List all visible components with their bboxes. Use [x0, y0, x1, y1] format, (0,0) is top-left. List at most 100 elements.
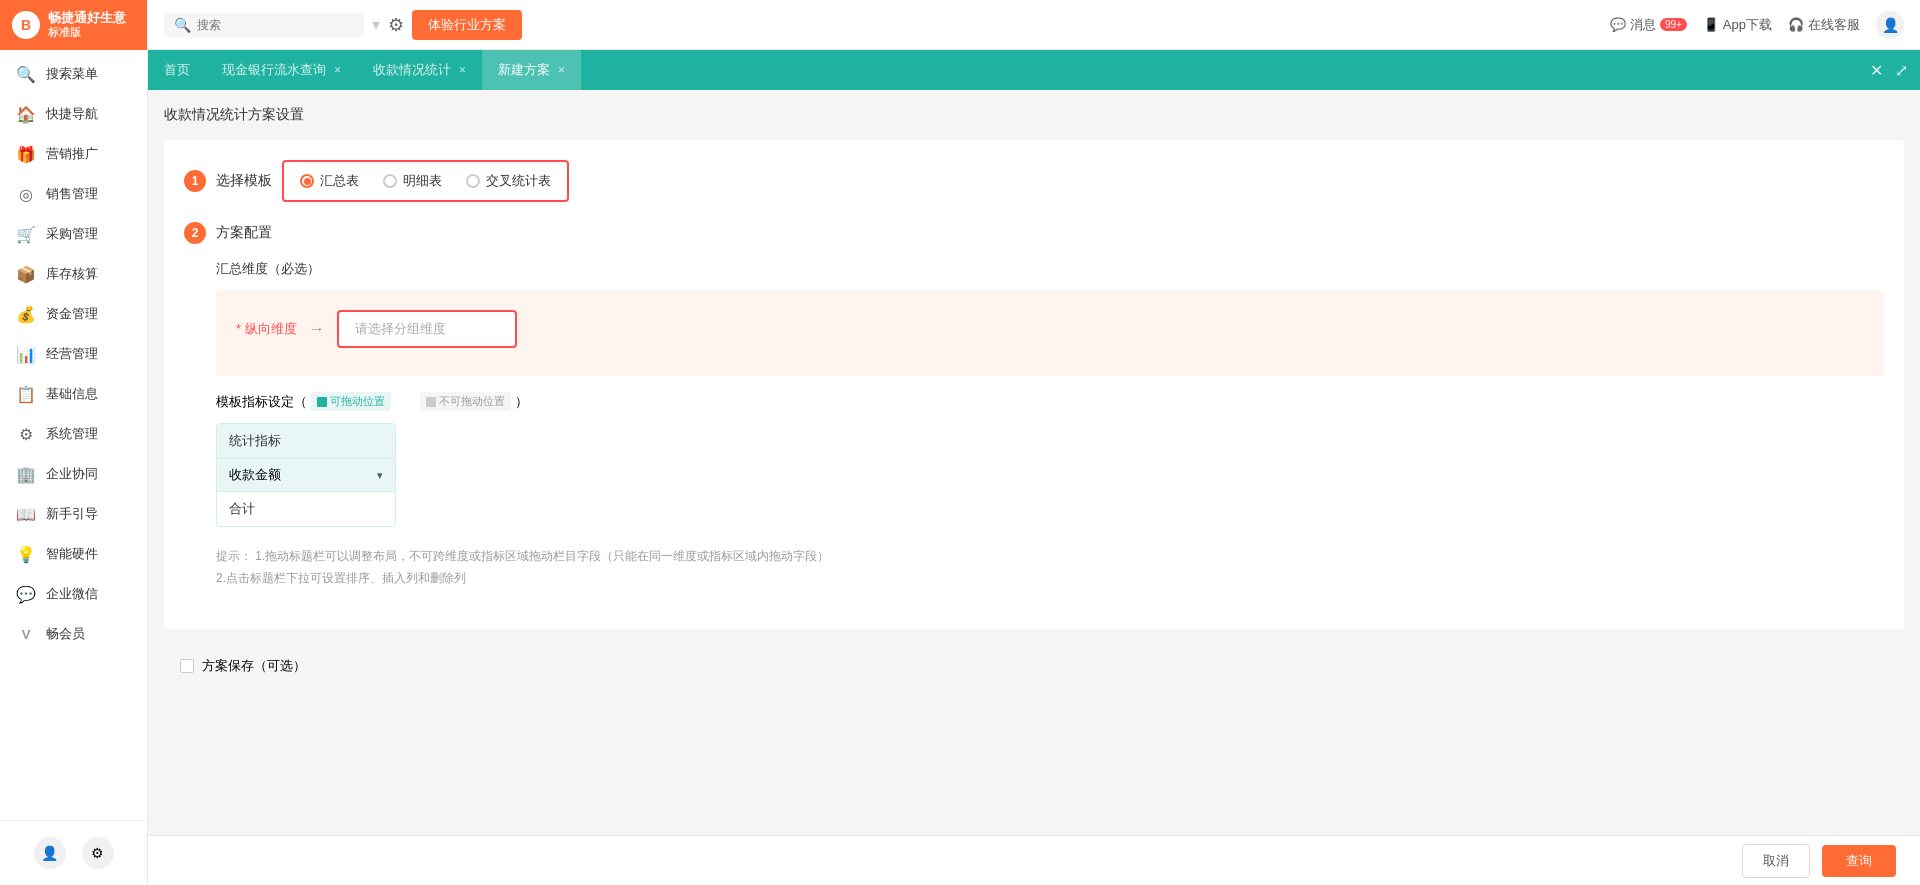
- indicator-suffix: ）: [515, 393, 528, 411]
- book-icon: 📖: [16, 504, 36, 524]
- gift-icon: 🎁: [16, 144, 36, 164]
- query-button[interactable]: 查询: [1822, 845, 1896, 877]
- non-movable-tag: 不可拖动位置: [420, 392, 511, 411]
- radio-summary[interactable]: 汇总表: [300, 172, 359, 190]
- summary-dimension-label: 汇总维度（必选）: [216, 260, 1884, 278]
- sidebar-user-icon[interactable]: 👤: [34, 837, 66, 869]
- step1-title: 选择模板: [216, 172, 272, 190]
- trial-btn[interactable]: 体验行业方案: [412, 10, 522, 40]
- sidebar-item-marketing[interactable]: 🎁 营销推广: [0, 134, 147, 174]
- save-checkbox[interactable]: [180, 659, 194, 673]
- sidebar-item-label: 企业协同: [46, 465, 98, 483]
- member-icon: V: [16, 624, 36, 644]
- sidebar-item-operations[interactable]: 📊 经营管理: [0, 334, 147, 374]
- box-icon: 📦: [16, 264, 36, 284]
- tab-receipt-stats-label: 收款情况统计: [373, 61, 451, 79]
- user-avatar[interactable]: 👤: [1876, 11, 1904, 39]
- radio-cross[interactable]: 交叉统计表: [466, 172, 551, 190]
- tab-expand-icon[interactable]: ⤢: [1895, 61, 1908, 80]
- tips-area: 提示： 1.拖动标题栏可以调整布局，不可跨维度或指标区域拖动栏目字段（只能在同一…: [216, 546, 1884, 589]
- column-dropdown-icon: ▾: [377, 469, 383, 482]
- config-area: * 纵向维度 → 请选择分组维度: [216, 290, 1884, 376]
- sidebar-item-enterprise[interactable]: 🏢 企业协同: [0, 454, 147, 494]
- save-label: 方案保存（可选）: [202, 657, 306, 675]
- sidebar-item-label: 系统管理: [46, 425, 98, 443]
- tab-home-label: 首页: [164, 61, 190, 79]
- sidebar-item-wechat[interactable]: 💬 企业微信: [0, 574, 147, 614]
- sidebar-settings-icon[interactable]: ⚙: [82, 837, 114, 869]
- edition-label: 标准版: [48, 25, 126, 40]
- sidebar-item-label: 企业微信: [46, 585, 98, 603]
- step2-header: 2 方案配置: [184, 222, 1884, 244]
- tab-close-all-icon[interactable]: ✕: [1870, 61, 1883, 80]
- sidebar-item-finance[interactable]: 💰 资金管理: [0, 294, 147, 334]
- movable-tag: 可拖动位置: [311, 392, 391, 411]
- movable-square: [317, 397, 327, 407]
- arrow-icon: →: [309, 320, 325, 338]
- sidebar-item-label: 基础信息: [46, 385, 98, 403]
- header-chevron-icon[interactable]: ▾: [372, 15, 380, 34]
- service-label: 在线客服: [1808, 16, 1860, 34]
- tips-line1: 提示： 1.拖动标题栏可以调整布局，不可跨维度或指标区域拖动栏目字段（只能在同一…: [216, 546, 1884, 568]
- sidebar-item-member[interactable]: V 畅会员: [0, 614, 147, 654]
- indicator-settings: 模板指标设定（ 可拖动位置 不可拖动位置 ）: [216, 392, 1884, 530]
- sidebar-item-label: 销售管理: [46, 185, 98, 203]
- summary-dimension-area: 汇总维度（必选） * 纵向维度 → 请选择分组维度 模板指标设定（: [216, 260, 1884, 589]
- sidebar-item-search[interactable]: 🔍 搜索菜单: [0, 54, 147, 94]
- tab-bank-flow-close[interactable]: ×: [334, 63, 341, 77]
- step1-header: 1 选择模板 汇总表 明细表 交叉统计表: [184, 160, 1884, 202]
- radio-detail-label: 明细表: [403, 172, 442, 190]
- sidebar-nav: 🔍 搜索菜单 🏠 快捷导航 🎁 营销推广 ◎ 销售管理 🛒 采购管理 📦 库存核…: [0, 50, 147, 820]
- total-row-text: 合计: [229, 501, 255, 516]
- stats-table-header: 统计指标: [217, 424, 395, 459]
- step1-section: 1 选择模板 汇总表 明细表 交叉统计表: [184, 160, 1884, 202]
- tips-line2: 2.点击标题栏下拉可设置排序、插入列和删除列: [216, 568, 1884, 590]
- tab-home[interactable]: 首页: [148, 50, 206, 90]
- indicator-settings-label: 模板指标设定（: [216, 393, 307, 411]
- tab-new-plan-label: 新建方案: [498, 61, 550, 79]
- sidebar-item-label: 资金管理: [46, 305, 98, 323]
- notification-btn[interactable]: 💬 消息 99+: [1610, 16, 1687, 34]
- sidebar-item-inventory[interactable]: 📦 库存核算: [0, 254, 147, 294]
- sidebar-item-sales[interactable]: ◎ 销售管理: [0, 174, 147, 214]
- tabbar: 首页 现金银行流水查询 × 收款情况统计 × 新建方案 × ✕ ⤢: [148, 50, 1920, 90]
- sidebar-item-guide[interactable]: 📖 新手引导: [0, 494, 147, 534]
- tabbar-actions: ✕ ⤢: [1870, 61, 1920, 80]
- settings-icon[interactable]: ⚙: [388, 14, 404, 36]
- tab-bank-flow[interactable]: 现金银行流水查询 ×: [206, 50, 357, 90]
- sidebar-item-system[interactable]: ⚙ 系统管理: [0, 414, 147, 454]
- sidebar-item-hardware[interactable]: 💡 智能硬件: [0, 534, 147, 574]
- dimension-select-box[interactable]: 请选择分组维度: [337, 310, 517, 348]
- step2-title: 方案配置: [216, 224, 272, 242]
- money-icon: 💰: [16, 304, 36, 324]
- wechat-icon: 💬: [16, 584, 36, 604]
- search-icon: 🔍: [174, 17, 191, 33]
- search-icon: 🔍: [16, 64, 36, 84]
- footer: 取消 查询: [148, 835, 1920, 885]
- stats-column-header[interactable]: 收款金额 ▾: [217, 459, 395, 492]
- sidebar-item-label: 快捷导航: [46, 105, 98, 123]
- hardware-icon: 💡: [16, 544, 36, 564]
- tab-bank-flow-label: 现金银行流水查询: [222, 61, 326, 79]
- stats-label: 统计指标: [229, 432, 281, 450]
- search-input[interactable]: [197, 18, 337, 32]
- tab-receipt-stats[interactable]: 收款情况统计 ×: [357, 50, 482, 90]
- tab-new-plan[interactable]: 新建方案 ×: [482, 50, 581, 90]
- sidebar-bottom: 👤 ⚙: [0, 820, 147, 885]
- sidebar-item-quick-nav[interactable]: 🏠 快捷导航: [0, 94, 147, 134]
- sidebar-item-label: 采购管理: [46, 225, 98, 243]
- dimension-row: * 纵向维度 → 请选择分组维度: [236, 310, 1864, 348]
- sidebar-item-purchase[interactable]: 🛒 采购管理: [0, 214, 147, 254]
- sidebar-item-basic-info[interactable]: 📋 基础信息: [0, 374, 147, 414]
- header-right: 💬 消息 99+ 📱 App下载 🎧 在线客服 👤: [1610, 11, 1904, 39]
- download-btn[interactable]: 📱 App下载: [1703, 16, 1772, 34]
- sidebar-item-label: 新手引导: [46, 505, 98, 523]
- radio-detail[interactable]: 明细表: [383, 172, 442, 190]
- tab-receipt-stats-close[interactable]: ×: [459, 63, 466, 77]
- service-btn[interactable]: 🎧 在线客服: [1788, 16, 1860, 34]
- template-options: 汇总表 明细表 交叉统计表: [282, 160, 569, 202]
- cancel-button[interactable]: 取消: [1742, 844, 1810, 878]
- tab-new-plan-close[interactable]: ×: [558, 63, 565, 77]
- radio-summary-dot: [300, 174, 314, 188]
- content-card: 1 选择模板 汇总表 明细表 交叉统计表: [164, 140, 1904, 629]
